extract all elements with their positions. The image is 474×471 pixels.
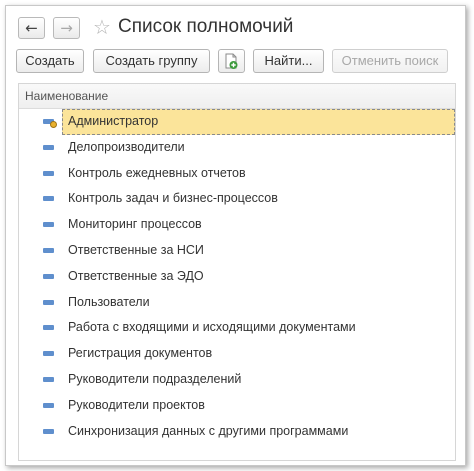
copy-icon <box>225 53 238 69</box>
create-group-button[interactable]: Создать группу <box>93 49 210 73</box>
table-body: Администратор Делопроизводители Контроль е… <box>19 109 455 444</box>
authority-item-icon <box>43 144 54 150</box>
table-row[interactable]: Контроль ежедневных отчетов <box>19 161 455 187</box>
authority-item-icon <box>43 351 54 357</box>
row-label: Регистрация документов <box>68 346 213 361</box>
create-button[interactable]: Создать <box>16 49 84 73</box>
table-row[interactable]: Мониторинг процессов <box>19 212 455 238</box>
table-row[interactable]: Ответственные за ЭДО <box>19 264 455 290</box>
row-label: Пользователи <box>68 294 150 309</box>
row-label: Ответственные за НСИ <box>68 242 204 257</box>
arrow-right-icon: → <box>60 19 73 37</box>
authority-table: Наименование Администратор Делопроизводит… <box>18 83 456 461</box>
authority-item-icon <box>43 428 54 434</box>
back-button[interactable]: ← <box>18 17 45 39</box>
table-row[interactable]: Контроль задач и бизнес-процессов <box>19 186 455 212</box>
table-row[interactable]: Пользователи <box>19 290 455 316</box>
window-title: Список полномочий <box>118 16 294 37</box>
table-row[interactable]: Руководители подразделений <box>19 367 455 393</box>
table-row[interactable]: Делопроизводители <box>19 135 455 161</box>
row-label: Контроль задач и бизнес-процессов <box>68 191 278 206</box>
table-row[interactable]: Ответственные за НСИ <box>19 238 455 264</box>
row-label: Делопроизводители <box>68 139 185 154</box>
table-row[interactable]: Руководители проектов <box>19 393 455 419</box>
find-button[interactable]: Найти... <box>253 49 324 73</box>
row-label: Синхронизация данных с другими программа… <box>68 423 349 438</box>
column-header-name[interactable]: Наименование <box>19 84 455 109</box>
table-row[interactable]: Синхронизация данных с другими программа… <box>19 419 455 445</box>
arrow-left-icon: ← <box>25 19 38 37</box>
authority-list-window: ← → ☆ Список полномочий Создать Создать … <box>5 5 466 466</box>
authority-item-icon <box>43 222 54 228</box>
toolbar: Создать Создать группу Найти... Отменить… <box>6 46 465 78</box>
admin-key-icon <box>50 121 57 128</box>
authority-item-icon <box>43 170 54 176</box>
authority-item-icon <box>43 299 54 305</box>
table-row[interactable]: Регистрация документов <box>19 341 455 367</box>
copy-button[interactable] <box>218 49 245 73</box>
authority-item-icon <box>43 376 54 382</box>
authority-item-icon <box>43 196 54 202</box>
authority-item-icon <box>43 273 54 279</box>
row-label: Ответственные за ЭДО <box>68 268 204 283</box>
row-label: Работа с входящими и исходящими документ… <box>68 320 356 335</box>
row-label: Контроль ежедневных отчетов <box>68 165 246 180</box>
favorite-star-icon[interactable]: ☆ <box>93 15 111 39</box>
authority-item-icon <box>43 402 54 408</box>
table-row[interactable]: Работа с входящими и исходящими документ… <box>19 315 455 341</box>
forward-button[interactable]: → <box>53 17 80 39</box>
authority-item-icon <box>43 247 54 253</box>
row-label: Руководители подразделений <box>68 371 242 386</box>
cancel-search-button[interactable]: Отменить поиск <box>332 49 448 73</box>
row-label: Администратор <box>62 109 455 135</box>
table-row[interactable]: Администратор <box>19 109 455 135</box>
title-bar: ← → ☆ Список полномочий <box>6 6 465 46</box>
row-label: Руководители проектов <box>68 397 205 412</box>
authority-item-icon <box>43 325 54 331</box>
row-label: Мониторинг процессов <box>68 217 202 232</box>
